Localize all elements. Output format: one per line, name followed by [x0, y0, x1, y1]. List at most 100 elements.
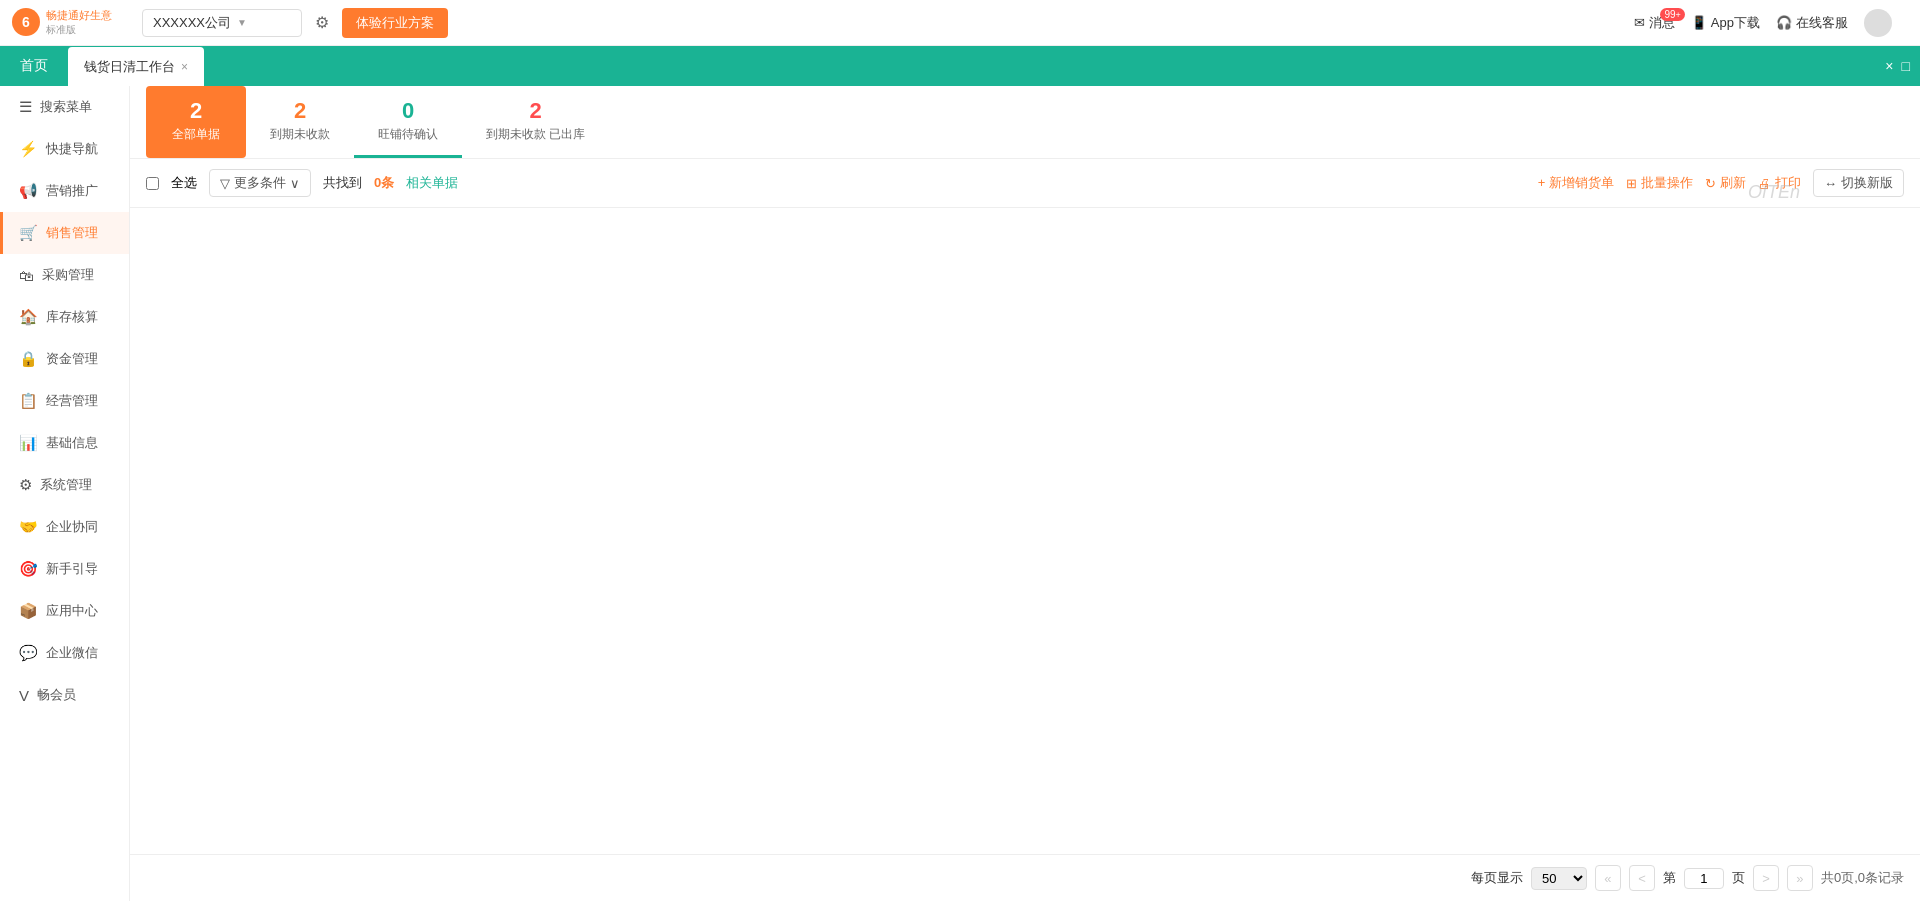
- stat-tab-pending[interactable]: 0 旺铺待确认: [354, 86, 462, 158]
- user-avatar[interactable]: [1864, 9, 1892, 37]
- sidebar-label-inventory: 库存核算: [46, 308, 98, 326]
- filter-arrow-icon: ∨: [290, 176, 300, 191]
- stat-label-overdue: 到期未收款: [270, 126, 330, 143]
- message-badge: 99+: [1660, 8, 1684, 21]
- select-all-checkbox[interactable]: [146, 177, 159, 190]
- stat-tab-overdue[interactable]: 2 到期未收款: [246, 86, 354, 158]
- main-layout: ☰ 搜索菜单 ⚡ 快捷导航 📢 营销推广 🛒 销售管理 🛍 采购管理 🏠 库存核…: [0, 86, 1920, 901]
- tab-qianhuoqingong[interactable]: 钱货日清工作台 ×: [68, 47, 204, 87]
- trial-button[interactable]: 体验行业方案: [342, 8, 448, 38]
- member-icon: V: [19, 687, 29, 704]
- stat-label-all: 全部单据: [172, 126, 220, 143]
- prev-page-button[interactable]: <: [1629, 865, 1655, 891]
- found-prefix: 共找到: [323, 174, 362, 192]
- sidebar-item-marketing[interactable]: 📢 营销推广: [0, 170, 129, 212]
- sidebar-item-enterprise[interactable]: 🤝 企业协同: [0, 506, 129, 548]
- content-area: 2 全部单据 2 到期未收款 0 旺铺待确认 2 到期未收款 已出库 全选 ▽ …: [130, 86, 1920, 901]
- toolbar-right: + 新增销货单 ⊞ 批量操作 ↻ 刷新 🖨 打印 ↔ 切换新版: [1538, 169, 1904, 197]
- sidebar-item-sales[interactable]: 🛒 销售管理: [0, 212, 129, 254]
- sidebar-item-basic-info[interactable]: 📊 基础信息: [0, 422, 129, 464]
- refresh-icon: ↻: [1705, 176, 1716, 191]
- toolbar: 全选 ▽ 更多条件 ∨ 共找到 0条 相关单据 + 新增销货单 ⊞ 批量操作 ↻…: [130, 159, 1920, 208]
- tab-home[interactable]: 首页: [0, 46, 68, 86]
- total-records: 共0页,0条记录: [1821, 869, 1904, 887]
- stat-label-pending: 旺铺待确认: [378, 126, 438, 143]
- tab-close-icon[interactable]: ×: [181, 60, 188, 74]
- enterprise-icon: 🤝: [19, 518, 38, 536]
- pagination-bar: 每页显示 50 100 200 « < 第 页 > » 共0页,0条记录: [130, 854, 1920, 901]
- refresh-button[interactable]: ↻ 刷新: [1705, 174, 1746, 192]
- sidebar: ☰ 搜索菜单 ⚡ 快捷导航 📢 营销推广 🛒 销售管理 🛍 采购管理 🏠 库存核…: [0, 86, 130, 901]
- maximize-icon[interactable]: □: [1902, 58, 1910, 74]
- more-filter-button[interactable]: ▽ 更多条件 ∨: [209, 169, 311, 197]
- sidebar-item-finance[interactable]: 🔒 资金管理: [0, 338, 129, 380]
- app-download-label: App下载: [1711, 14, 1760, 32]
- new-guide-icon: 🎯: [19, 560, 38, 578]
- sidebar-item-search-menu[interactable]: ☰ 搜索菜单: [0, 86, 129, 128]
- main-content-area: [130, 208, 1920, 854]
- tab-bar: 首页 钱货日清工作台 × × □: [0, 46, 1920, 86]
- sys-mgmt-icon: ⚙: [19, 476, 32, 494]
- settings-button[interactable]: ⚙: [306, 7, 338, 39]
- related-orders-link[interactable]: 相关单据: [406, 174, 458, 192]
- sidebar-item-app-center[interactable]: 📦 应用中心: [0, 590, 129, 632]
- print-label: 打印: [1775, 174, 1801, 192]
- app-version: 标准版: [46, 23, 112, 37]
- sales-icon: 🛒: [19, 224, 38, 242]
- top-header: 6 畅捷通好生意 标准版 XXXXXX公司 ▼ ⚙ 体验行业方案 ✉ 消息 99…: [0, 0, 1920, 46]
- chevron-down-icon: ▼: [237, 17, 247, 28]
- current-page-input[interactable]: [1684, 868, 1724, 889]
- online-service-label: 在线客服: [1796, 14, 1848, 32]
- sidebar-item-purchase[interactable]: 🛍 采购管理: [0, 254, 129, 296]
- sidebar-label-marketing: 营销推广: [46, 182, 98, 200]
- next-page-button[interactable]: >: [1753, 865, 1779, 891]
- switch-label: 切换新版: [1841, 174, 1893, 192]
- sidebar-label-search-menu: 搜索菜单: [40, 98, 92, 116]
- sidebar-item-wechat[interactable]: 💬 企业微信: [0, 632, 129, 674]
- sidebar-label-basic-info: 基础信息: [46, 434, 98, 452]
- switch-icon: ↔: [1824, 176, 1837, 191]
- page-size-select[interactable]: 50 100 200: [1531, 867, 1587, 890]
- sidebar-item-operations[interactable]: 📋 经营管理: [0, 380, 129, 422]
- operations-icon: 📋: [19, 392, 38, 410]
- sidebar-label-sys-mgmt: 系统管理: [40, 476, 92, 494]
- switch-new-version-button[interactable]: ↔ 切换新版: [1813, 169, 1904, 197]
- sidebar-label-purchase: 采购管理: [42, 266, 94, 284]
- select-all-label: 全选: [171, 174, 197, 192]
- stat-tab-all[interactable]: 2 全部单据: [146, 86, 246, 158]
- filter-label: 更多条件: [234, 174, 286, 192]
- batch-icon: ⊞: [1626, 176, 1637, 191]
- close-window-icon[interactable]: ×: [1885, 58, 1893, 74]
- app-download-button[interactable]: 📱 App下载: [1691, 14, 1760, 32]
- logo-area: 6 畅捷通好生意 标准版: [12, 8, 142, 36]
- sidebar-label-new-guide: 新手引导: [46, 560, 98, 578]
- sidebar-label-app-center: 应用中心: [46, 602, 98, 620]
- found-count: 0条: [374, 174, 394, 192]
- app-center-icon: 📦: [19, 602, 38, 620]
- finance-icon: 🔒: [19, 350, 38, 368]
- first-page-button[interactable]: «: [1595, 865, 1621, 891]
- stat-tab-overdue-out[interactable]: 2 到期未收款 已出库: [462, 86, 609, 158]
- company-name: XXXXXX公司: [153, 14, 231, 32]
- page-suffix: 页: [1732, 869, 1745, 887]
- sidebar-label-member: 畅会员: [37, 686, 76, 704]
- company-selector[interactable]: XXXXXX公司 ▼: [142, 9, 302, 37]
- sidebar-item-sys-mgmt[interactable]: ⚙ 系统管理: [0, 464, 129, 506]
- message-button[interactable]: ✉ 消息 99+: [1634, 14, 1675, 32]
- sidebar-item-new-guide[interactable]: 🎯 新手引导: [0, 548, 129, 590]
- online-service-button[interactable]: 🎧 在线客服: [1776, 14, 1848, 32]
- last-page-button[interactable]: »: [1787, 865, 1813, 891]
- sidebar-label-enterprise: 企业协同: [46, 518, 98, 536]
- batch-label: 批量操作: [1641, 174, 1693, 192]
- sidebar-item-quick-nav[interactable]: ⚡ 快捷导航: [0, 128, 129, 170]
- stat-num-pending: 0: [402, 98, 414, 124]
- new-sales-order-button[interactable]: + 新增销货单: [1538, 174, 1614, 192]
- batch-operation-button[interactable]: ⊞ 批量操作: [1626, 174, 1693, 192]
- marketing-icon: 📢: [19, 182, 38, 200]
- print-button[interactable]: 🖨 打印: [1758, 174, 1801, 192]
- filter-icon: ▽: [220, 176, 230, 191]
- sidebar-label-quick-nav: 快捷导航: [46, 140, 98, 158]
- sidebar-item-member[interactable]: V 畅会员: [0, 674, 129, 716]
- sidebar-label-sales: 销售管理: [46, 224, 98, 242]
- sidebar-item-inventory[interactable]: 🏠 库存核算: [0, 296, 129, 338]
